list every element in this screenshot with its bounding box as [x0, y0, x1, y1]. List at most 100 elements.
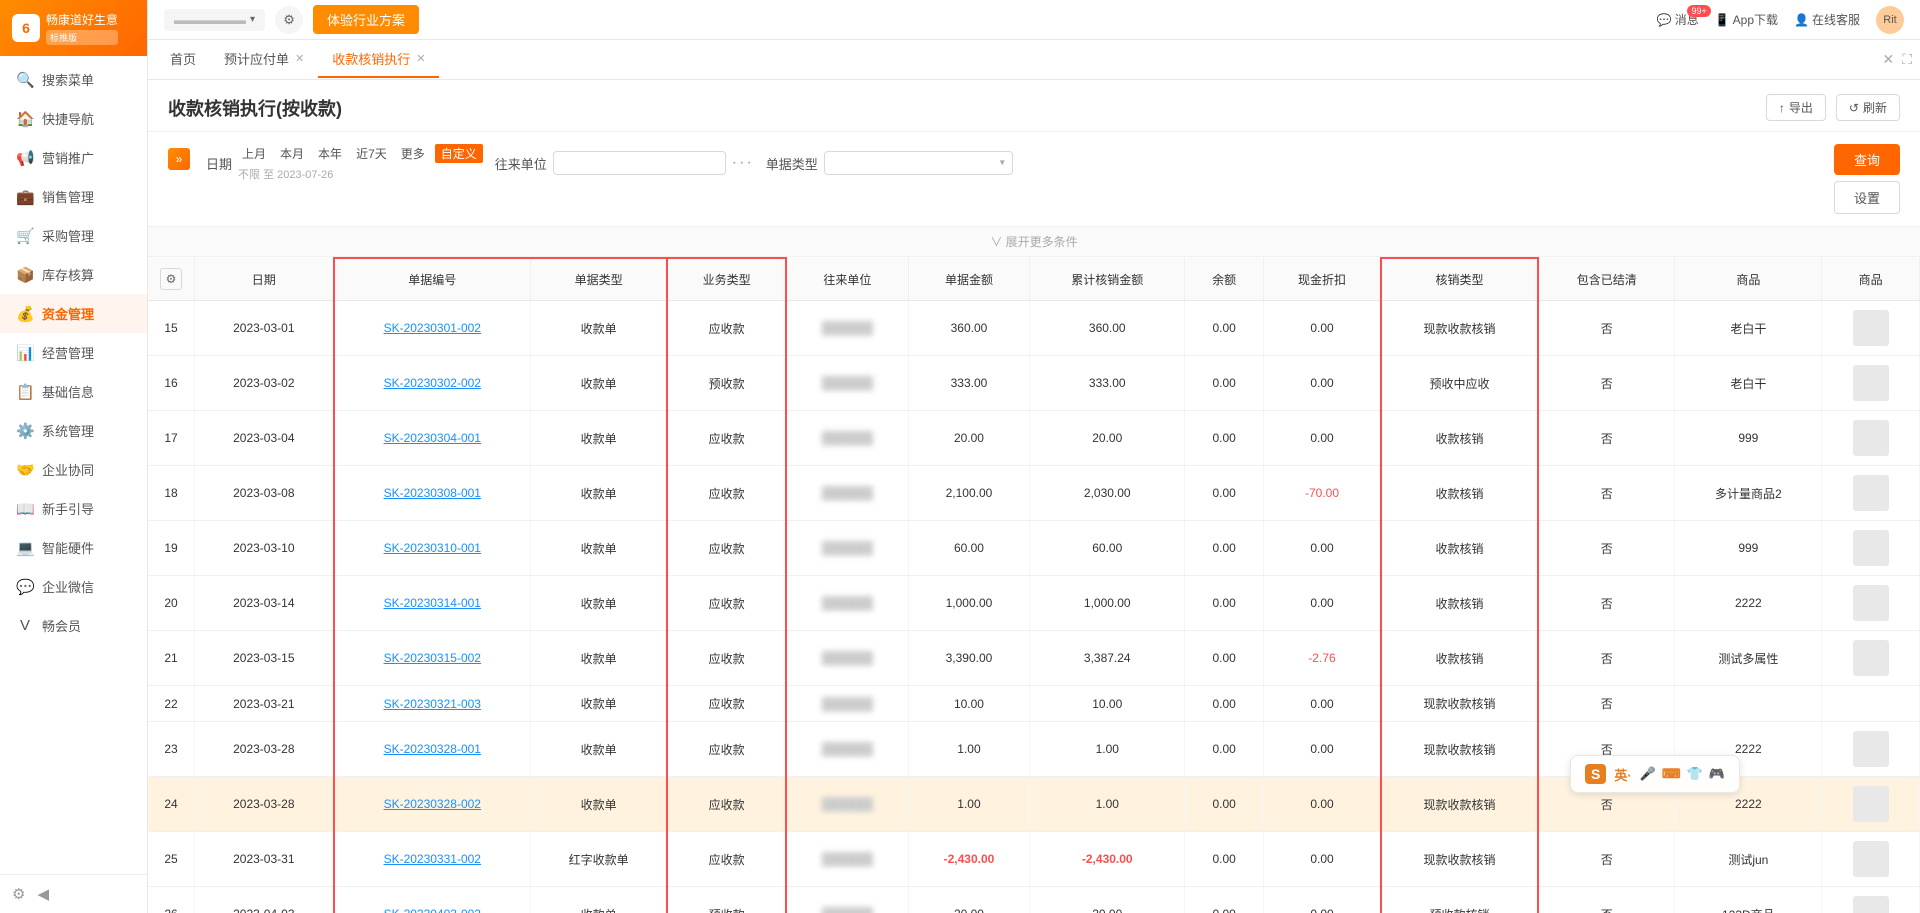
table-row[interactable]: 25 2023-03-31 SK-20230331-002 红字收款单 应收款 … [148, 832, 1920, 887]
bill-no-link[interactable]: SK-20230321-003 [384, 697, 481, 711]
workspace-selector[interactable]: ▬▬▬▬▬▬ ▾ [164, 9, 265, 31]
table-row[interactable]: 15 2023-03-01 SK-20230301-002 收款单 应收款 ██… [148, 301, 1920, 356]
sidebar-item-wechat[interactable]: 💬 企业微信 [0, 567, 147, 606]
microphone-icon[interactable]: 🎤 [1640, 766, 1656, 782]
cell-bill-no: SK-20230315-002 [334, 631, 531, 686]
date-filter: 上月 本月 本年 近7天 更多 自定义 不限 至 2023-07-26 [238, 144, 483, 182]
date-range-text: 不限 至 2023-07-26 [238, 166, 483, 182]
bill-no-link[interactable]: SK-20230331-002 [384, 852, 481, 866]
sidebar-item-member[interactable]: V 畅会员 [0, 606, 147, 645]
footer-collapse-icon[interactable]: ◀ [37, 885, 49, 903]
logo-badge: 标推版 [46, 30, 118, 45]
sidebar-item-enterprise[interactable]: 🤝 企业协同 [0, 450, 147, 489]
sidebar-item-search[interactable]: 🔍 搜索菜单 [0, 60, 147, 99]
cell-product: 老白干 [1675, 301, 1822, 356]
cell-bill-no: SK-20230308-001 [334, 466, 531, 521]
controller-icon[interactable]: 🎮 [1709, 766, 1725, 782]
date-custom-button[interactable]: 自定义 [435, 144, 483, 163]
sidebar-item-basic[interactable]: 📋 基础信息 [0, 372, 147, 411]
date-tab-this-year[interactable]: 本年 [314, 144, 346, 163]
table-row[interactable]: 18 2023-03-08 SK-20230308-001 收款单 应收款 ██… [148, 466, 1920, 521]
query-button[interactable]: 查询 [1834, 144, 1900, 175]
logo-text: 畅康道好生意 标推版 [46, 11, 118, 45]
bill-no-link[interactable]: SK-20230302-002 [384, 376, 481, 390]
cell-bill-no: SK-20230331-002 [334, 832, 531, 887]
cell-write-off-type: 现款收款核销 [1381, 777, 1538, 832]
cell-bill-type: 收款单 [530, 686, 667, 722]
table-row[interactable]: 16 2023-03-02 SK-20230302-002 收款单 预收款 ██… [148, 356, 1920, 411]
footer-settings-icon[interactable]: ⚙ [12, 885, 25, 903]
bill-no-link[interactable]: SK-20230301-002 [384, 321, 481, 335]
col-include-settled-header: 包含已结清 [1538, 258, 1675, 301]
cell-product-img [1822, 686, 1920, 722]
table-row[interactable]: 26 2023-04-03 SK-20230403-002 收款单 预收款 ██… [148, 887, 1920, 913]
bill-no-link[interactable]: SK-20230315-002 [384, 651, 481, 665]
tab-maximize-icon[interactable]: ⛶ [1902, 51, 1912, 68]
bill-type-input[interactable] [824, 151, 1013, 175]
tab-collection-execution[interactable]: 收款核销执行 ✕ [318, 41, 439, 78]
sidebar-item-operation[interactable]: 📊 经营管理 [0, 333, 147, 372]
bill-no-link[interactable]: SK-20230308-001 [384, 486, 481, 500]
partner-input[interactable] [553, 151, 726, 175]
filter-settings-button[interactable]: 设置 [1834, 181, 1900, 214]
refresh-button[interactable]: ↺ 刷新 [1836, 94, 1900, 121]
filter-toggle-button[interactable]: » [168, 148, 190, 170]
bill-no-link[interactable]: SK-20230328-002 [384, 797, 481, 811]
col-settings-header[interactable]: ⚙ [148, 258, 195, 301]
export-button[interactable]: ↑ 导出 [1766, 94, 1826, 121]
bill-no-link[interactable]: SK-20230310-001 [384, 541, 481, 555]
bill-no-link[interactable]: SK-20230314-001 [384, 596, 481, 610]
table-settings-icon[interactable]: ⚙ [160, 268, 182, 290]
tab-close-icon[interactable]: ✕ [295, 52, 304, 65]
bill-no-link[interactable]: SK-20230328-001 [384, 742, 481, 756]
sidebar-item-label: 畅会员 [42, 616, 81, 635]
industry-solution-button[interactable]: 体验行业方案 [313, 5, 419, 34]
notification-button[interactable]: 💬 消息 99+ [1657, 11, 1699, 28]
sidebar-item-hardware[interactable]: 💻 智能硬件 [0, 528, 147, 567]
tab-home[interactable]: 首页 [156, 41, 210, 78]
sidebar-item-label: 企业协同 [42, 460, 94, 479]
cell-bill-type: 收款单 [530, 777, 667, 832]
sidebar-item-label: 快捷导航 [42, 109, 94, 128]
sidebar-item-sales[interactable]: 💼 销售管理 [0, 177, 147, 216]
online-service-button[interactable]: 👤 在线客服 [1794, 11, 1860, 28]
cell-include-settled: 否 [1538, 301, 1675, 356]
table-row[interactable]: 22 2023-03-21 SK-20230321-003 收款单 应收款 ██… [148, 686, 1920, 722]
date-tab-prev-month[interactable]: 上月 [238, 144, 270, 163]
table-row[interactable]: 21 2023-03-15 SK-20230315-002 收款单 应收款 ██… [148, 631, 1920, 686]
data-table: ⚙ 日期 单据编号 单据类型 [148, 257, 1920, 913]
user-avatar[interactable]: Rit [1876, 6, 1904, 34]
table-row[interactable]: 17 2023-03-04 SK-20230304-001 收款单 应收款 ██… [148, 411, 1920, 466]
cell-bill-no: SK-20230403-002 [334, 887, 531, 913]
sidebar-item-system[interactable]: ⚙️ 系统管理 [0, 411, 147, 450]
app-download-button[interactable]: 📱 App下载 [1715, 11, 1778, 28]
cell-product: 999 [1675, 411, 1822, 466]
page-title-actions: ↑ 导出 ↺ 刷新 [1766, 94, 1900, 121]
date-tab-7days[interactable]: 近7天 [352, 144, 391, 163]
bill-no-link[interactable]: SK-20230403-002 [384, 907, 481, 913]
date-tab-more[interactable]: 更多 [397, 144, 429, 163]
table-row[interactable]: 19 2023-03-10 SK-20230310-001 收款单 应收款 ██… [148, 521, 1920, 576]
gear-button[interactable]: ⚙ [275, 6, 303, 34]
sidebar-item-finance[interactable]: 💰 资金管理 [0, 294, 147, 333]
tab-pre-payment[interactable]: 预计应付单 ✕ [210, 41, 318, 78]
bill-no-link[interactable]: SK-20230304-001 [384, 431, 481, 445]
tab-close-active-icon[interactable]: ✕ [416, 52, 425, 65]
cell-date: 2023-03-14 [195, 576, 334, 631]
cell-product: 123D商品 [1675, 887, 1822, 913]
expand-more-button[interactable]: ∨ 展开更多条件 [148, 227, 1920, 257]
sidebar-item-marketing[interactable]: 📢 营销推广 [0, 138, 147, 177]
date-tab-this-month[interactable]: 本月 [276, 144, 308, 163]
partner-dots-icon[interactable]: ··· [732, 154, 754, 172]
table-row[interactable]: 20 2023-03-14 SK-20230314-001 收款单 应收款 ██… [148, 576, 1920, 631]
keyboard-icon[interactable]: ⌨ [1662, 766, 1681, 782]
shirt-icon[interactable]: 👕 [1687, 766, 1703, 782]
sidebar-item-purchase[interactable]: 🛒 采购管理 [0, 216, 147, 255]
table-container[interactable]: ⚙ 日期 单据编号 单据类型 [148, 257, 1920, 913]
sidebar-item-inventory[interactable]: 📦 库存核算 [0, 255, 147, 294]
sidebar-item-guide[interactable]: 📖 新手引导 [0, 489, 147, 528]
cell-write-off-type: 预收款核销 [1381, 887, 1538, 913]
sidebar-item-quicknav[interactable]: 🏠 快捷导航 [0, 99, 147, 138]
tab-close-action-icon[interactable]: ✕ [1882, 51, 1894, 68]
cell-date: 2023-03-08 [195, 466, 334, 521]
